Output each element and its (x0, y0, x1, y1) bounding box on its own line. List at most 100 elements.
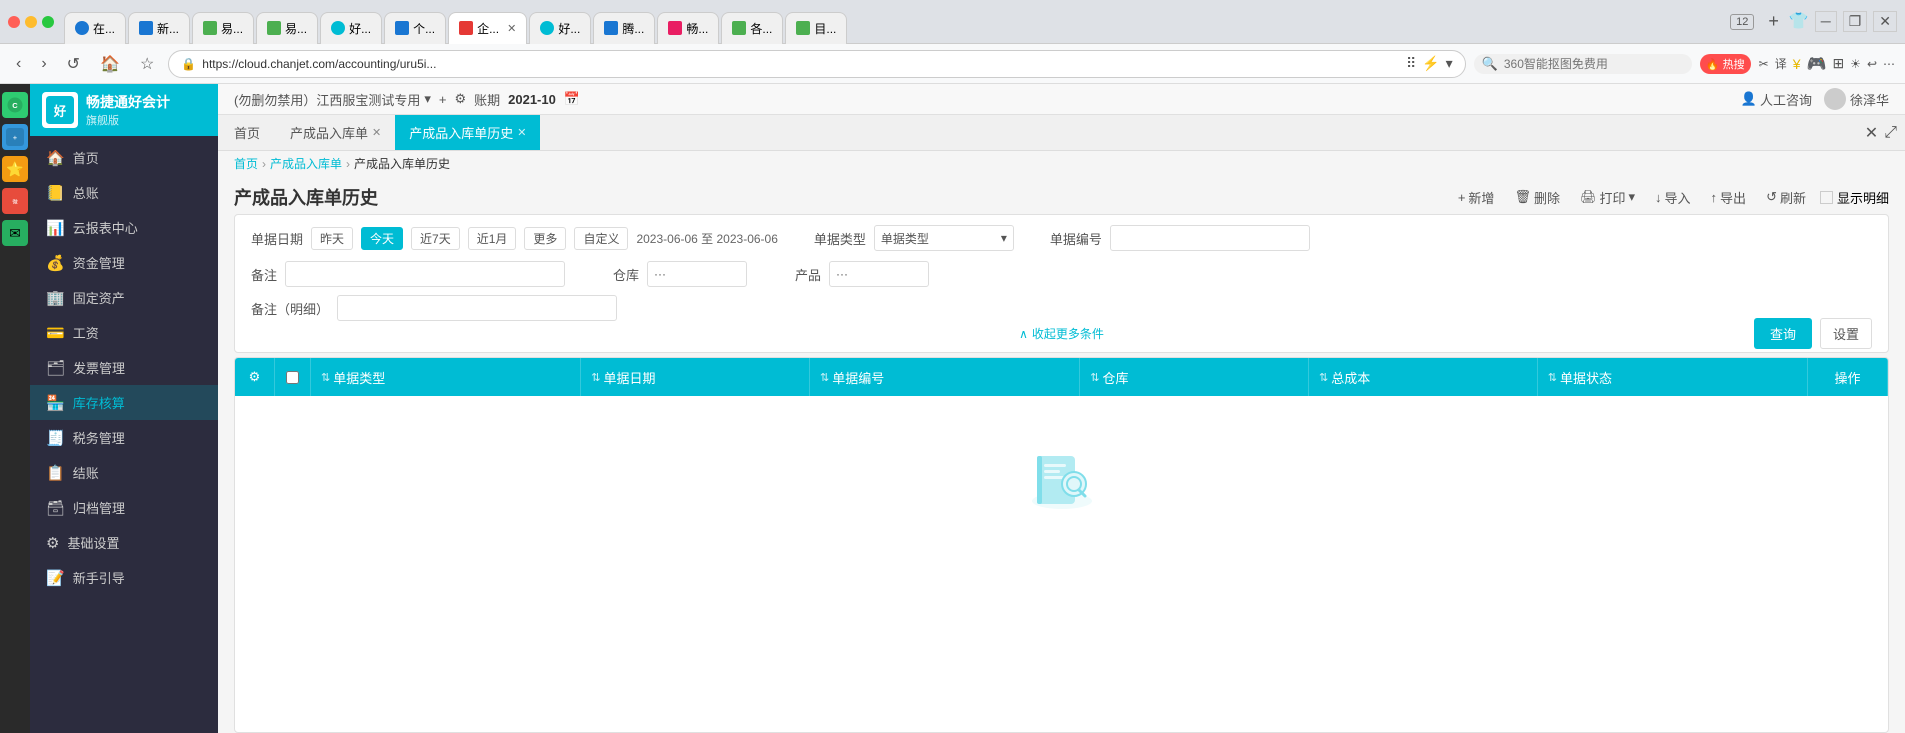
content-tab-doclist[interactable]: 产成品入库单 ✕ (276, 115, 395, 150)
back-btn[interactable]: ‹ (10, 51, 27, 77)
app-icon-blue[interactable]: + (2, 124, 28, 150)
browser-tab-9[interactable]: 腾... (593, 12, 655, 44)
search-input[interactable] (1504, 57, 1684, 71)
minimize-btn[interactable]: ─ (1815, 11, 1837, 32)
sidebar-item-archive[interactable]: 🗃 归档管理 (30, 490, 218, 525)
browser-tab-11[interactable]: 各... (721, 12, 783, 44)
sidebar-item-payroll[interactable]: 💳 工资 (30, 315, 218, 350)
lightning-icon[interactable]: ⚡ (1422, 55, 1439, 72)
dropdown-icon[interactable]: ▾ (1446, 55, 1453, 72)
print-btn[interactable]: 🖨 打印 ▾ (1574, 185, 1641, 210)
tab-count-badge[interactable]: 12 (1730, 14, 1754, 30)
import-btn[interactable]: ↓ 导入 (1649, 185, 1697, 210)
sidebar-item-ledger[interactable]: 📒 总账 (30, 175, 218, 210)
currency-btn[interactable]: ¥ (1793, 56, 1801, 72)
browser-tab-12[interactable]: 目... (785, 12, 847, 44)
close-window-btn[interactable] (8, 16, 20, 28)
sidebar-item-fund[interactable]: 💰 资金管理 (30, 245, 218, 280)
browser-tab-2[interactable]: 新... (128, 12, 190, 44)
sidebar-item-close[interactable]: 📋 结账 (30, 455, 218, 490)
sidebar-item-report[interactable]: 📊 云报表中心 (30, 210, 218, 245)
browser-tab-3[interactable]: 易... (192, 12, 254, 44)
export-btn[interactable]: ↑ 导出 (1705, 185, 1753, 210)
th-check[interactable] (275, 358, 311, 396)
grid-btn[interactable]: ⊞ (1832, 55, 1844, 72)
content-tab-home[interactable]: 首页 (218, 115, 276, 150)
date-btn-custom[interactable]: 自定义 (574, 227, 628, 250)
sidebar-item-newguide[interactable]: 📝 新手引导 (30, 560, 218, 595)
address-bar[interactable]: 🔒 https://cloud.chanjet.com/accounting/u… (168, 50, 1465, 78)
hot-search-badge[interactable]: 🔥 热搜 (1700, 54, 1751, 74)
product-dropdown[interactable]: ··· (829, 261, 929, 287)
date-btn-today[interactable]: 今天 (361, 227, 403, 250)
extensions-icon[interactable]: ⠿ (1406, 55, 1416, 72)
account-settings-icon[interactable]: ⚙ (454, 91, 466, 107)
sidebar-item-tax[interactable]: 🧾 税务管理 (30, 420, 218, 455)
app-icon-changjie[interactable]: C (2, 92, 28, 118)
browser-tab-6[interactable]: 个... (384, 12, 446, 44)
consult-btn[interactable]: 👤 人工咨询 (1741, 90, 1812, 109)
close-btn[interactable]: ✕ (1873, 11, 1897, 32)
sidebar-item-invoice[interactable]: 🗂 发票管理 (30, 350, 218, 385)
tab-close-7[interactable]: ✕ (507, 22, 516, 35)
maximize-window-btn[interactable] (42, 16, 54, 28)
browser-tab-7[interactable]: 企... ✕ (448, 12, 527, 44)
show-columns-checkbox[interactable] (1820, 191, 1833, 204)
select-all-checkbox[interactable] (286, 371, 299, 384)
filter-settings-btn[interactable]: 设置 (1820, 318, 1872, 349)
date-btn-1month[interactable]: 近1月 (468, 227, 517, 250)
delete-btn[interactable]: 🗑 删除 (1508, 185, 1566, 210)
undo-btn[interactable]: ↩ (1867, 57, 1877, 71)
add-account-btn[interactable]: + (439, 92, 447, 107)
bookmark-btn[interactable]: ☆ (134, 50, 160, 78)
panel-expand-btn[interactable]: ⤢ (1884, 124, 1897, 142)
translate-btn[interactable]: 译 (1775, 55, 1787, 72)
th-doctype[interactable]: ⇅ 单据类型 (311, 358, 581, 396)
game-btn[interactable]: 🎮 (1807, 54, 1827, 74)
query-btn[interactable]: 查询 (1754, 318, 1812, 349)
new-tab-btn[interactable]: + (1762, 9, 1785, 34)
sidebar-item-home[interactable]: 🏠 首页 (30, 140, 218, 175)
home-btn[interactable]: 🏠 (94, 50, 126, 78)
collapse-btn[interactable]: ∧ 收起更多条件 (1019, 325, 1104, 342)
date-btn-more[interactable]: 更多 (524, 227, 566, 250)
th-date[interactable]: ⇅ 单据日期 (581, 358, 810, 396)
panel-close-btn[interactable]: ✕ (1865, 123, 1878, 143)
remarks-detail-input[interactable] (337, 295, 617, 321)
app-icon-weibo[interactable]: 微 (2, 188, 28, 214)
doctype-dropdown[interactable]: 单据类型 ▾ (874, 225, 1014, 251)
th-status[interactable]: ⇅ 单据状态 (1538, 358, 1808, 396)
refresh-btn[interactable]: ↺ (61, 50, 86, 78)
browser-tab-10[interactable]: 畅... (657, 12, 719, 44)
warehouse-dropdown[interactable]: ··· (647, 261, 747, 287)
browser-tab-5[interactable]: 好... (320, 12, 382, 44)
refresh-action-btn[interactable]: ↺ 刷新 (1760, 185, 1812, 210)
sidebar-item-asset[interactable]: 🏢 固定资产 (30, 280, 218, 315)
th-settings[interactable]: ⚙ (235, 358, 275, 396)
browser-tab-4[interactable]: 易... (256, 12, 318, 44)
forward-btn[interactable]: › (35, 51, 52, 77)
th-docno[interactable]: ⇅ 单据编号 (810, 358, 1080, 396)
breadcrumb-home[interactable]: 首页 (234, 155, 258, 172)
remarks-input[interactable] (285, 261, 565, 287)
app-icon-mail[interactable]: ✉ (2, 220, 28, 246)
date-btn-7days[interactable]: 近7天 (411, 227, 460, 250)
sun-btn[interactable]: ☀ (1850, 57, 1861, 71)
browser-tab-8[interactable]: 好... (529, 12, 591, 44)
sidebar-item-basic[interactable]: ⚙ 基础设置 (30, 525, 218, 560)
breadcrumb-list[interactable]: 产成品入库单 (270, 155, 342, 172)
calendar-icon[interactable]: 📅 (564, 91, 580, 107)
sidebar-item-inventory[interactable]: 🏪 库存核算 (30, 385, 218, 420)
tab-doclist-close[interactable]: ✕ (372, 126, 381, 139)
url-input[interactable]: https://cloud.chanjet.com/accounting/uru… (202, 57, 1400, 71)
new-btn[interactable]: + 新增 (1452, 185, 1501, 210)
docno-input[interactable] (1110, 225, 1310, 251)
scissors-icon[interactable]: ✂ (1759, 57, 1769, 71)
shirt-icon[interactable]: 👕 (1789, 11, 1809, 32)
more-btn[interactable]: ⋯ (1883, 57, 1895, 71)
minimize-window-btn[interactable] (25, 16, 37, 28)
app-icon-star[interactable]: ⭐ (2, 156, 28, 182)
content-tab-history[interactable]: 产成品入库单历史 ✕ (395, 115, 540, 150)
date-btn-yesterday[interactable]: 昨天 (311, 227, 353, 250)
th-warehouse[interactable]: ⇅ 仓库 (1080, 358, 1309, 396)
